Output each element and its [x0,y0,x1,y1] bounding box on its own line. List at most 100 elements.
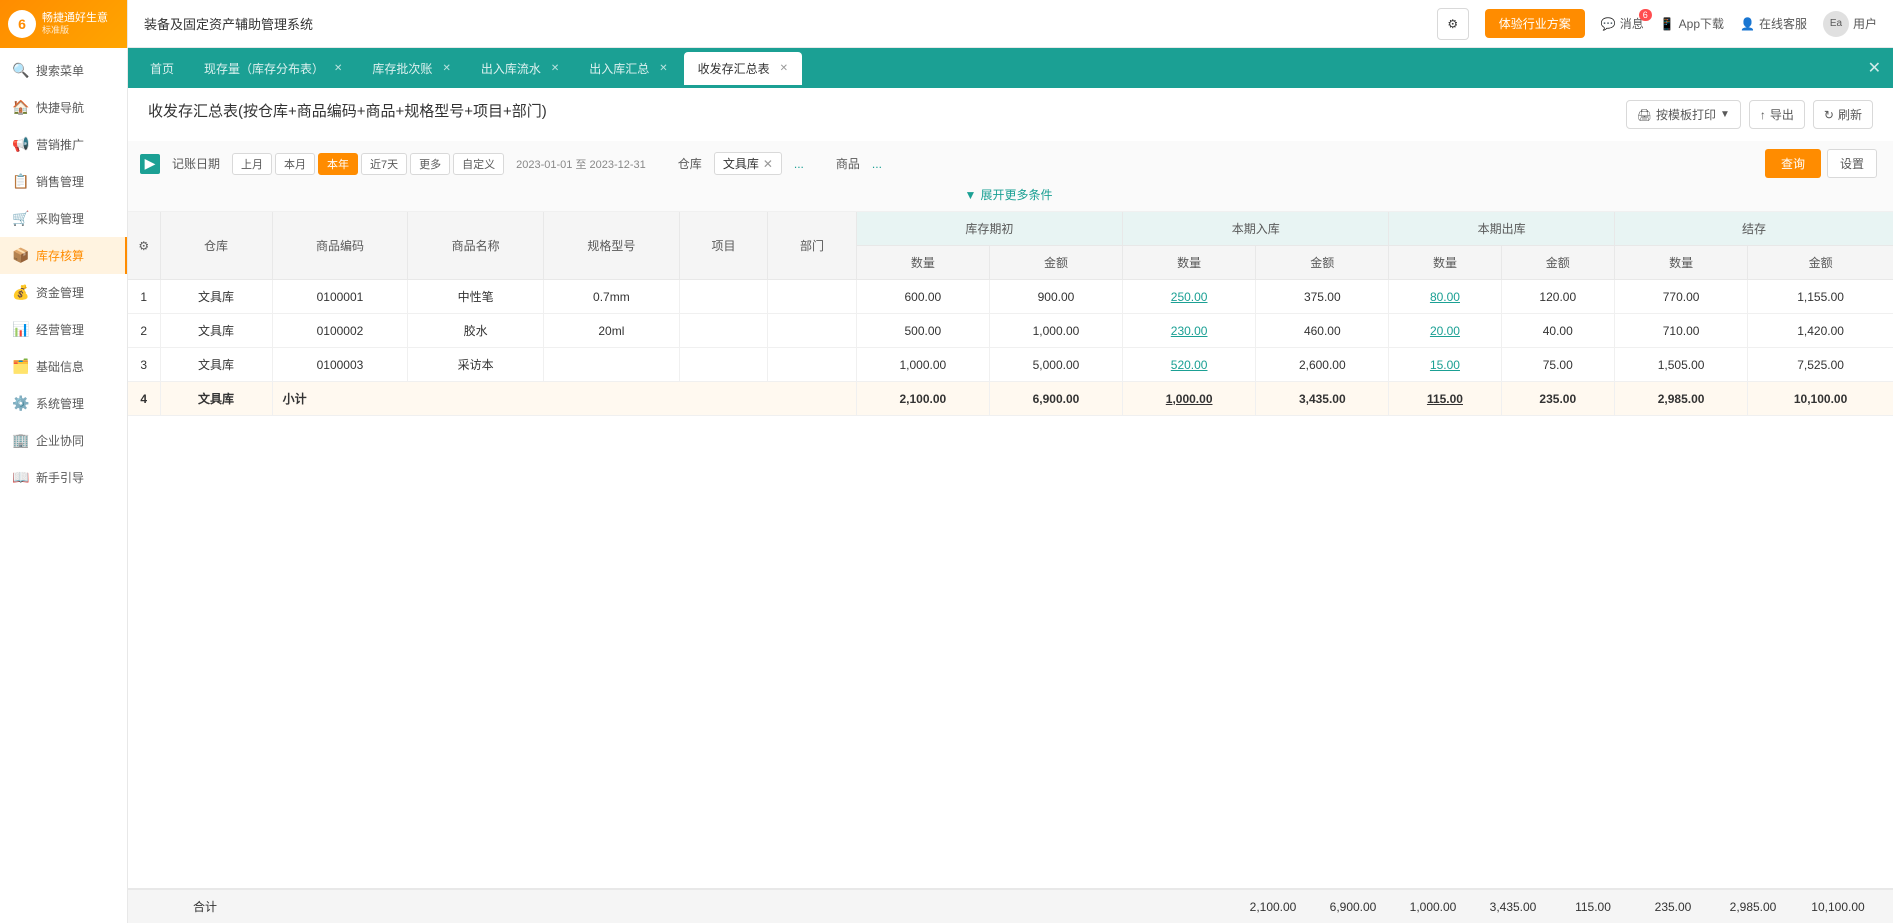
export-btn[interactable]: ↑ 导出 [1749,100,1805,129]
tab-bar: 首页 现存量（库存分布表） ✕ 库存批次账 ✕ 出入库流水 ✕ 出入库汇总 ✕ … [128,48,1893,88]
sidebar-item-system[interactable]: ⚙️ 系统管理 [0,385,127,422]
date-btn-this-year[interactable]: 本年 [318,153,358,175]
tab-summary-in-out[interactable]: 出入库汇总 ✕ [575,52,681,85]
col-settings-header[interactable]: ⚙ [128,212,160,280]
finance-icon: 💰 [12,284,28,301]
date-btn-custom[interactable]: 自定义 [453,153,504,175]
expand-conditions-btn[interactable]: ▼ 展开更多条件 [965,186,1053,203]
date-btn-prev-month[interactable]: 上月 [232,153,272,175]
date-btn-this-month[interactable]: 本月 [275,153,315,175]
cell-in-amt: 375.00 [1256,280,1389,314]
tab-close-summary-in-out[interactable]: ✕ [659,63,667,74]
experience-btn[interactable]: 体验行业方案 [1485,9,1585,38]
filter-collapse-btn[interactable]: ▶ [140,154,160,174]
in-qty-link[interactable]: 230.00 [1171,324,1208,338]
online-service-action[interactable]: 👤 在线客服 [1740,15,1807,32]
col-in-qty: 数量 [1123,246,1256,280]
cell-bal-amt: 7,525.00 [1748,348,1893,382]
sidebar-item-marketing[interactable]: 📢 营销推广 [0,126,127,163]
footer-content: 合计 2,100.00 6,900.00 1,000.00 3,435.00 1… [138,898,1883,915]
message-action[interactable]: 💬 消息 6 [1601,15,1644,32]
sidebar-item-purchase[interactable]: 🛒 采购管理 [0,200,127,237]
col-dept-header: 部门 [768,212,857,280]
col-warehouse-header: 仓库 [160,212,272,280]
sidebar-item-basic[interactable]: 🗂️ 基础信息 [0,348,127,385]
cell-warehouse: 文具库 [160,280,272,314]
warehouse-tag-close[interactable]: ✕ [763,157,773,171]
tab-home[interactable]: 首页 [136,52,188,85]
cell-in-qty[interactable]: 520.00 [1123,348,1256,382]
cell-in-qty[interactable]: 230.00 [1123,314,1256,348]
out-qty-link[interactable]: 15.00 [1430,358,1460,372]
enterprise-icon: 🏢 [12,432,28,449]
cell-in-qty[interactable]: 250.00 [1123,280,1256,314]
page-content: 收发存汇总表(按仓库+商品编码+商品+规格型号+项目+部门) 🖨 按模板打印 ▼… [128,88,1893,888]
message-badge: 6 [1639,9,1652,21]
subtotal-label: 小计 [272,382,856,416]
warehouse-ellipsis[interactable]: ... [794,157,804,171]
cell-goods-code: 0100002 [272,314,408,348]
header-actions: 💬 消息 6 📱 App下载 👤 在线客服 Ea 用户 [1601,11,1877,37]
tab-bar-close[interactable]: ✕ [1864,54,1885,82]
system-name: 装备及固定资产辅助管理系统 [144,14,1421,33]
in-qty-link[interactable]: 520.00 [1171,358,1208,372]
refresh-btn[interactable]: ↻ 刷新 [1813,100,1873,129]
app-download-action[interactable]: 📱 App下载 [1660,15,1724,32]
sidebar: 6 畅捷通好生意 标准版 🔍 搜索菜单 🏠 快捷导航 📢 营销推广 📋 销售管理… [0,0,128,923]
print-icon: 🖨 [1637,108,1652,122]
date-btn-7days[interactable]: 近7天 [361,153,407,175]
expand-row: ▼ 展开更多条件 [140,186,1877,203]
tab-close-batch[interactable]: ✕ [442,63,450,74]
out-qty-link[interactable]: 80.00 [1430,290,1460,304]
goods-label: 商品 [836,155,860,172]
cell-out-qty[interactable]: 15.00 [1389,348,1501,382]
sidebar-item-sales[interactable]: 📋 销售管理 [0,163,127,200]
subtotal-open-qty: 2,100.00 [856,382,989,416]
tab-close-summary-total[interactable]: ✕ [780,63,788,74]
date-btn-more[interactable]: 更多 [410,153,450,175]
sales-icon: 📋 [12,173,28,190]
footer-in-qty: 1,000.00 [1393,900,1473,914]
cell-no: 1 [128,280,160,314]
sidebar-item-finance[interactable]: 💰 资金管理 [0,274,127,311]
user-action[interactable]: Ea 用户 [1823,11,1877,37]
cell-out-qty[interactable]: 20.00 [1389,314,1501,348]
sidebar-item-operations[interactable]: 📊 经营管理 [0,311,127,348]
sidebar-item-enterprise[interactable]: 🏢 企业协同 [0,422,127,459]
sidebar-item-inventory[interactable]: 📦 库存核算 [0,237,127,274]
cell-project [679,314,768,348]
cell-open-amt: 1,000.00 [989,314,1122,348]
tab-flow[interactable]: 出入库流水 ✕ [467,52,573,85]
out-qty-link[interactable]: 20.00 [1430,324,1460,338]
subtotal-bal-amt: 10,100.00 [1748,382,1893,416]
sidebar-item-quick-nav[interactable]: 🏠 快捷导航 [0,89,127,126]
col-bal-qty: 数量 [1615,246,1748,280]
settings-filter-btn[interactable]: 设置 [1827,149,1877,178]
cell-warehouse: 文具库 [160,348,272,382]
tab-close-stock-dist[interactable]: ✕ [334,63,342,74]
query-btn[interactable]: 查询 [1765,149,1821,178]
settings-dropdown[interactable]: ⚙ [1437,8,1469,40]
subtotal-open-amt: 6,900.00 [989,382,1122,416]
footer-open-amt: 6,900.00 [1313,900,1393,914]
sidebar-nav: 🔍 搜索菜单 🏠 快捷导航 📢 营销推广 📋 销售管理 🛒 采购管理 📦 库存核… [0,48,127,923]
col-group-balance: 结存 [1615,212,1893,246]
sidebar-item-guide[interactable]: 📖 新手引导 [0,459,127,496]
print-btn[interactable]: 🖨 按模板打印 ▼ [1626,100,1741,129]
inventory-icon: 📦 [12,247,28,264]
footer-out-amt: 235.00 [1633,900,1713,914]
in-qty-link[interactable]: 250.00 [1171,290,1208,304]
tab-close-flow[interactable]: ✕ [551,63,559,74]
system-icon: ⚙️ [12,395,28,412]
tab-summary-total[interactable]: 收发存汇总表 ✕ [684,52,802,85]
search-icon: 🔍 [12,62,28,79]
cell-out-qty[interactable]: 80.00 [1389,280,1501,314]
date-buttons: 上月 本月 本年 近7天 更多 自定义 [232,153,504,175]
dropdown-icon: ▼ [1720,109,1730,120]
sidebar-item-search[interactable]: 🔍 搜索菜单 [0,52,127,89]
cell-bal-amt: 1,155.00 [1748,280,1893,314]
footer-bal-qty: 2,985.00 [1713,900,1793,914]
goods-ellipsis[interactable]: ... [872,157,882,171]
tab-batch[interactable]: 库存批次账 ✕ [358,52,464,85]
tab-stock-dist[interactable]: 现存量（库存分布表） ✕ [190,52,356,85]
